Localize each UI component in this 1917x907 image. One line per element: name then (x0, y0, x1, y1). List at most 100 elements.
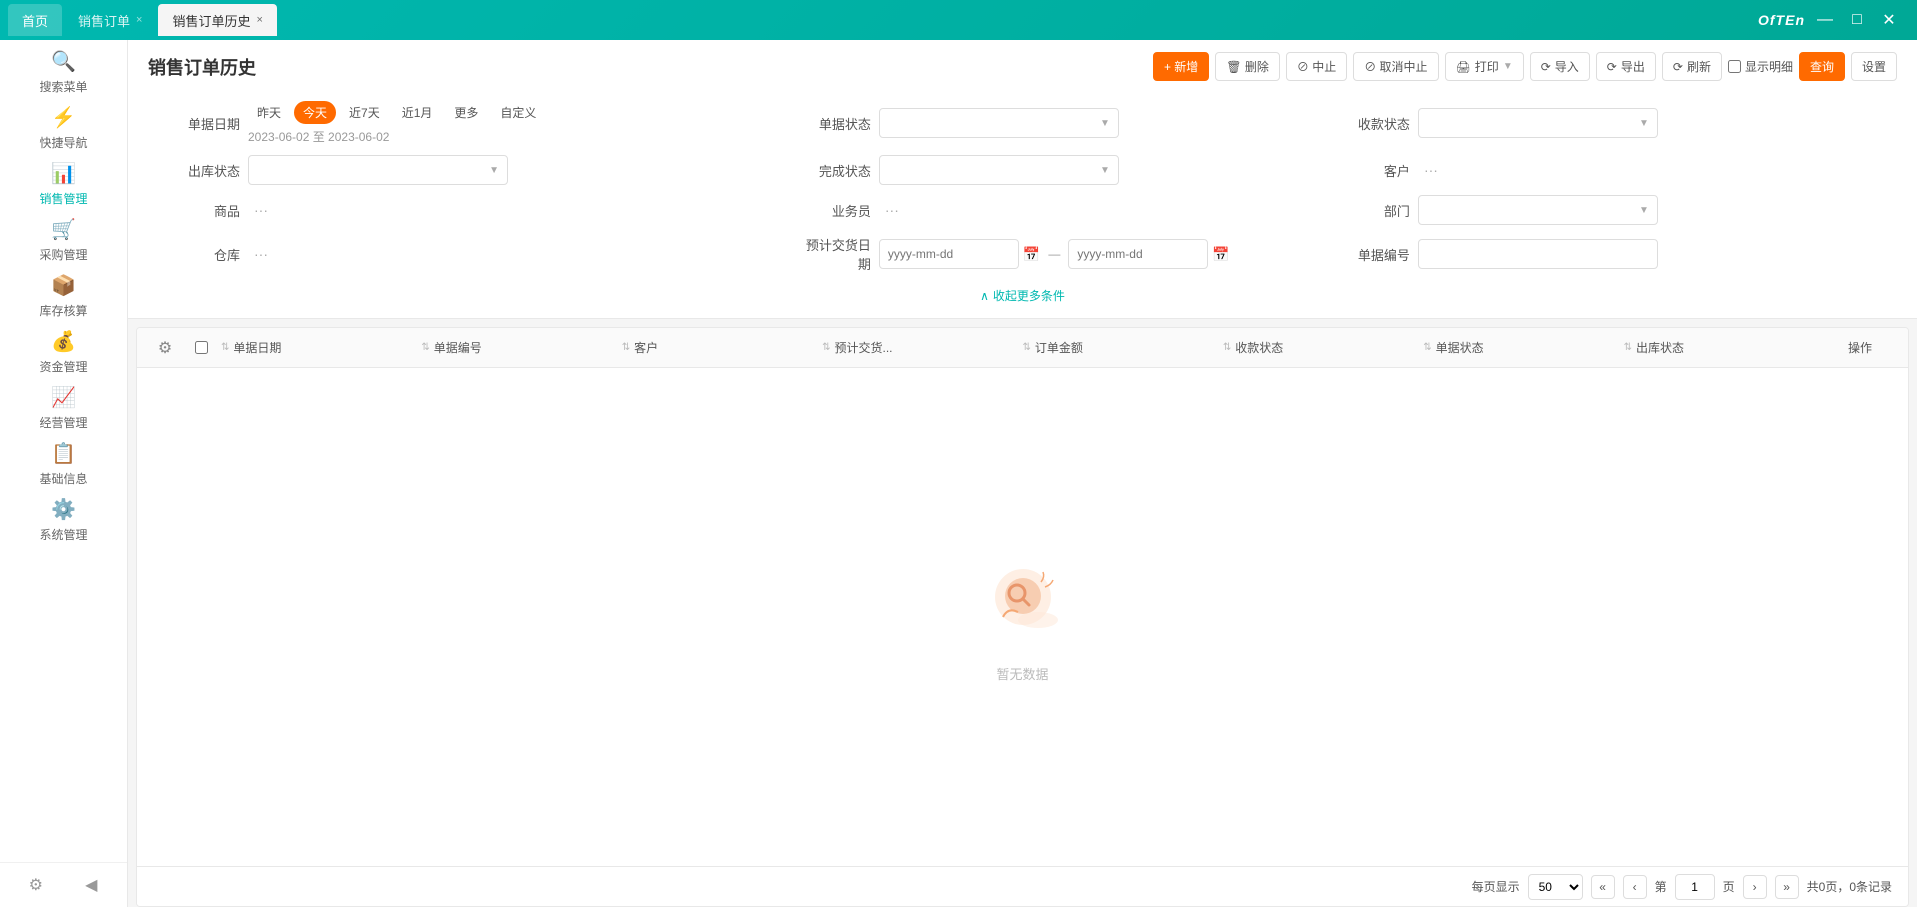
date-filter-control: 昨天 今天 近7天 近1月 更多 自定义 2023-06-02 至 2023-0… (248, 101, 799, 145)
collapse-row[interactable]: ∧ 收起更多条件 (168, 283, 1877, 308)
display-detail-check[interactable]: 显示明细 (1728, 58, 1793, 75)
sidebar-item-label-purchase-mgmt: 采购管理 (39, 246, 87, 263)
settings-button[interactable]: 设置 (1851, 52, 1897, 81)
sidebar-settings-button[interactable]: ⚙ (18, 871, 54, 899)
delivery-start-input[interactable] (879, 239, 1019, 269)
system-mgmt-icon: ⚙️ (51, 497, 76, 522)
operations-mgmt-icon: 📈 (51, 385, 76, 410)
complete-status-control: ▼ (879, 155, 1338, 185)
sidebar-item-basic-info[interactable]: 📋 基础信息 (0, 436, 127, 492)
complete-status-select[interactable]: ▼ (879, 155, 1119, 185)
outbound-status-select[interactable]: ▼ (248, 155, 508, 185)
sidebar-item-inventory-calc[interactable]: 📦 库存核算 (0, 268, 127, 324)
date-filter-btns: 昨天 今天 近7天 近1月 更多 自定义 (248, 101, 545, 124)
calendar-icon-start[interactable]: 📅 (1023, 246, 1040, 263)
sidebar-bottom: ⚙ ◀ (0, 862, 127, 907)
th-date-sort[interactable]: ⇅ (221, 342, 229, 353)
outbound-status-control: ▼ (248, 155, 799, 185)
refresh-button[interactable]: ⟳ 刷新 (1662, 52, 1722, 81)
stop-button[interactable]: ⊘ 中止 (1286, 52, 1347, 81)
export-button[interactable]: ⟳ 导出 (1596, 52, 1656, 81)
warehouse-control: ··· (248, 244, 799, 264)
order-status-control: ▼ (879, 108, 1338, 138)
date-btn-more[interactable]: 更多 (445, 101, 487, 124)
cancel-stop-button[interactable]: ⊘ 取消中止 (1353, 52, 1438, 81)
sidebar-item-purchase-mgmt[interactable]: 🛒 采购管理 (0, 212, 127, 268)
th-receipt-sort[interactable]: ⇅ (1223, 342, 1231, 353)
display-detail-checkbox[interactable] (1728, 60, 1741, 73)
print-button[interactable]: 🖨 🖨 打印 打印 ▼ (1445, 52, 1524, 81)
tab-bar: 首页 销售订单 × 销售订单历史 × (8, 4, 1754, 36)
first-page-button[interactable]: « (1591, 875, 1615, 899)
query-button[interactable]: 查询 (1799, 52, 1845, 81)
pagination: 每页显示 20 50 100 « ‹ 第 页 › » 共0页，0条记录 (137, 866, 1908, 906)
outbound-status-label: 出库状态 (168, 161, 248, 180)
order-no-input[interactable] (1418, 239, 1658, 269)
delivery-end-input[interactable] (1068, 239, 1208, 269)
th-no-sort[interactable]: ⇅ (421, 342, 429, 353)
goods-ellipsis[interactable]: ··· (248, 200, 274, 220)
sidebar: 🔍 搜索菜单 ⚡ 快捷导航 📊 销售管理 🛒 采购管理 📦 库存核算 💰 资金管… (0, 40, 128, 907)
th-amount: ⇅ 订单金额 (1019, 339, 1219, 356)
date-btn-7days[interactable]: 近7天 (340, 101, 389, 124)
salesperson-label: 业务员 (799, 201, 879, 220)
receipt-status-select[interactable]: ▼ (1418, 108, 1658, 138)
sales-order-history-tab-label: 销售订单历史 (172, 11, 250, 30)
page-size-select[interactable]: 20 50 100 (1528, 874, 1583, 900)
sales-order-tab-label: 销售订单 (78, 11, 130, 30)
sidebar-item-finance-mgmt[interactable]: 💰 资金管理 (0, 324, 127, 380)
date-btn-1month[interactable]: 近1月 (393, 101, 442, 124)
sidebar-item-operations-mgmt[interactable]: 📈 经营管理 (0, 380, 127, 436)
check-all-input[interactable] (195, 341, 208, 354)
date-btn-yesterday[interactable]: 昨天 (248, 101, 290, 124)
order-status-select[interactable]: ▼ (879, 108, 1119, 138)
delete-button[interactable]: 🗑 删除 (1215, 52, 1280, 81)
total-label: 共0页，0条记录 (1807, 878, 1892, 895)
warehouse-ellipsis[interactable]: ··· (248, 244, 274, 264)
new-button[interactable]: + 新增 (1153, 52, 1209, 81)
tab-sales-order-history[interactable]: 销售订单历史 × (158, 4, 276, 36)
th-amount-sort[interactable]: ⇅ (1023, 342, 1031, 353)
sidebar-item-label-quick-nav: 快捷导航 (39, 134, 87, 151)
last-page-button[interactable]: » (1775, 875, 1799, 899)
filter-row-4: 仓库 ··· 预计交货日期 📅 — 📅 单据 (168, 235, 1877, 273)
delivery-date-control: 📅 — 📅 (879, 239, 1338, 269)
close-button[interactable]: ✕ (1877, 8, 1901, 32)
order-status-label: 单据状态 (799, 114, 879, 133)
th-delivery-sort[interactable]: ⇅ (822, 342, 830, 353)
next-page-button[interactable]: › (1743, 875, 1767, 899)
sales-order-history-tab-close[interactable]: × (256, 14, 262, 26)
purchase-mgmt-icon: 🛒 (51, 217, 76, 242)
restore-button[interactable]: □ (1845, 8, 1869, 32)
page-number-input[interactable] (1675, 874, 1715, 900)
sidebar-item-sales-mgmt[interactable]: 📊 销售管理 (0, 156, 127, 212)
table-check-all[interactable] (185, 341, 217, 354)
th-customer-sort[interactable]: ⇅ (622, 342, 630, 353)
minimize-button[interactable]: — (1813, 8, 1837, 32)
main-layout: 🔍 搜索菜单 ⚡ 快捷导航 📊 销售管理 🛒 采购管理 📦 库存核算 💰 资金管… (0, 40, 1917, 907)
date-dash: — (1044, 247, 1064, 261)
th-order-sort[interactable]: ⇅ (1423, 342, 1431, 353)
import-button[interactable]: ⟳ 导入 (1530, 52, 1590, 81)
salesperson-ellipsis[interactable]: ··· (879, 200, 905, 220)
inventory-calc-icon: 📦 (51, 273, 76, 298)
table-settings-icon[interactable]: ⚙ (145, 338, 185, 358)
sidebar-item-system-mgmt[interactable]: ⚙️ 系统管理 (0, 492, 127, 548)
sidebar-item-search-menu[interactable]: 🔍 搜索菜单 (0, 44, 127, 100)
sidebar-collapse-button[interactable]: ◀ (73, 871, 109, 899)
th-outbound-sort[interactable]: ⇅ (1624, 342, 1632, 353)
customer-ellipsis[interactable]: ··· (1418, 160, 1444, 180)
warehouse-label: 仓库 (168, 245, 248, 264)
date-btn-custom[interactable]: 自定义 (491, 101, 545, 124)
prev-page-button[interactable]: ‹ (1623, 875, 1647, 899)
sales-order-tab-close[interactable]: × (136, 14, 142, 26)
th-customer: ⇅ 客户 (618, 339, 818, 356)
tab-sales-order[interactable]: 销售订单 × (64, 4, 156, 36)
tab-home[interactable]: 首页 (8, 4, 62, 36)
calendar-icon-end[interactable]: 📅 (1212, 246, 1229, 263)
date-btn-today[interactable]: 今天 (294, 101, 336, 124)
home-tab-label: 首页 (22, 11, 48, 30)
sidebar-item-quick-nav[interactable]: ⚡ 快捷导航 (0, 100, 127, 156)
department-select[interactable]: ▼ (1418, 195, 1658, 225)
sidebar-item-label-operations-mgmt: 经营管理 (39, 414, 87, 431)
